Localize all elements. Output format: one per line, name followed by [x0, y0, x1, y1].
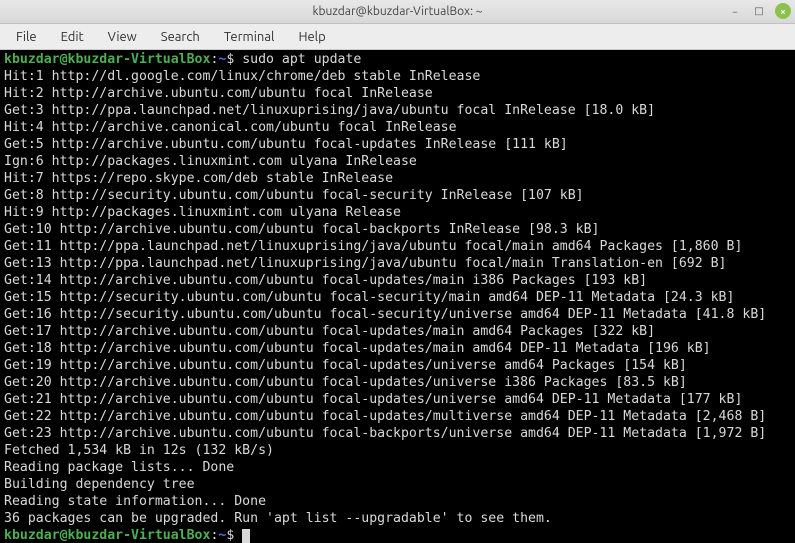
close-button[interactable]: × — [775, 3, 791, 19]
prompt-line-2: kbuzdar@kbuzdar-VirtualBox:~$ — [4, 527, 791, 543]
output-line: Ign:6 http://packages.linuxmint.com ulya… — [4, 153, 791, 170]
output-line: Get:16 http://security.ubuntu.com/ubuntu… — [4, 306, 791, 323]
maximize-button[interactable]: □ — [751, 3, 767, 19]
menu-search[interactable]: Search — [151, 27, 210, 47]
output-line: Hit:2 http://archive.ubuntu.com/ubuntu f… — [4, 85, 791, 102]
typed-command: sudo apt update — [242, 52, 361, 67]
prompt-suffix: $ — [226, 52, 242, 67]
window-controls: − □ × — [727, 3, 791, 19]
minimize-button[interactable]: − — [727, 3, 743, 19]
output-line: Get:23 http://archive.ubuntu.com/ubuntu … — [4, 425, 791, 442]
menu-help[interactable]: Help — [288, 27, 335, 47]
output-line: Get:19 http://archive.ubuntu.com/ubuntu … — [4, 357, 791, 374]
output-line: Get:5 http://archive.ubuntu.com/ubuntu f… — [4, 136, 791, 153]
window-titlebar: kbuzdar@kbuzdar-VirtualBox: ~ − □ × — [0, 0, 795, 24]
menu-view[interactable]: View — [98, 27, 147, 47]
output-line: Get:8 http://security.ubuntu.com/ubuntu … — [4, 187, 791, 204]
prompt-suffix: $ — [226, 528, 242, 543]
output-line: Reading state information... Done — [4, 493, 791, 510]
output-line: Get:13 http://ppa.launchpad.net/linuxupr… — [4, 255, 791, 272]
maximize-icon: □ — [754, 5, 763, 17]
output-line: Get:22 http://archive.ubuntu.com/ubuntu … — [4, 408, 791, 425]
output-line: Get:15 http://security.ubuntu.com/ubuntu… — [4, 289, 791, 306]
prompt-userhost: kbuzdar@kbuzdar-VirtualBox — [4, 528, 210, 543]
output-line: Hit:7 https://repo.skype.com/deb stable … — [4, 170, 791, 187]
output-line: Hit:1 http://dl.google.com/linux/chrome/… — [4, 68, 791, 85]
output-line: 36 packages can be upgraded. Run 'apt li… — [4, 510, 791, 527]
terminal-viewport[interactable]: kbuzdar@kbuzdar-VirtualBox:~$ sudo apt u… — [0, 50, 795, 543]
output-line: Fetched 1,534 kB in 12s (132 kB/s) — [4, 442, 791, 459]
output-line: Get:10 http://archive.ubuntu.com/ubuntu … — [4, 221, 791, 238]
prompt-userhost: kbuzdar@kbuzdar-VirtualBox — [4, 52, 210, 67]
close-icon: × — [780, 6, 786, 17]
window-title: kbuzdar@kbuzdar-VirtualBox: ~ — [312, 5, 482, 18]
output-line: Get:17 http://archive.ubuntu.com/ubuntu … — [4, 323, 791, 340]
menu-edit[interactable]: Edit — [51, 27, 94, 47]
output-line: Building dependency tree — [4, 476, 791, 493]
output-line: Get:18 http://archive.ubuntu.com/ubuntu … — [4, 340, 791, 357]
output-line: Get:14 http://archive.ubuntu.com/ubuntu … — [4, 272, 791, 289]
prompt-line-1: kbuzdar@kbuzdar-VirtualBox:~$ sudo apt u… — [4, 51, 791, 68]
output-line: Get:11 http://ppa.launchpad.net/linuxupr… — [4, 238, 791, 255]
output-line: Get:21 http://archive.ubuntu.com/ubuntu … — [4, 391, 791, 408]
output-line: Get:20 http://archive.ubuntu.com/ubuntu … — [4, 374, 791, 391]
output-line: Reading package lists... Done — [4, 459, 791, 476]
terminal-cursor — [242, 529, 250, 543]
output-line: Hit:4 http://archive.canonical.com/ubunt… — [4, 119, 791, 136]
menu-file[interactable]: File — [6, 27, 47, 47]
menu-bar: File Edit View Search Terminal Help — [0, 24, 795, 50]
menu-terminal[interactable]: Terminal — [214, 27, 285, 47]
output-line: Hit:9 http://packages.linuxmint.com ulya… — [4, 204, 791, 221]
minimize-icon: − — [732, 6, 738, 17]
output-line: Get:3 http://ppa.launchpad.net/linuxupri… — [4, 102, 791, 119]
